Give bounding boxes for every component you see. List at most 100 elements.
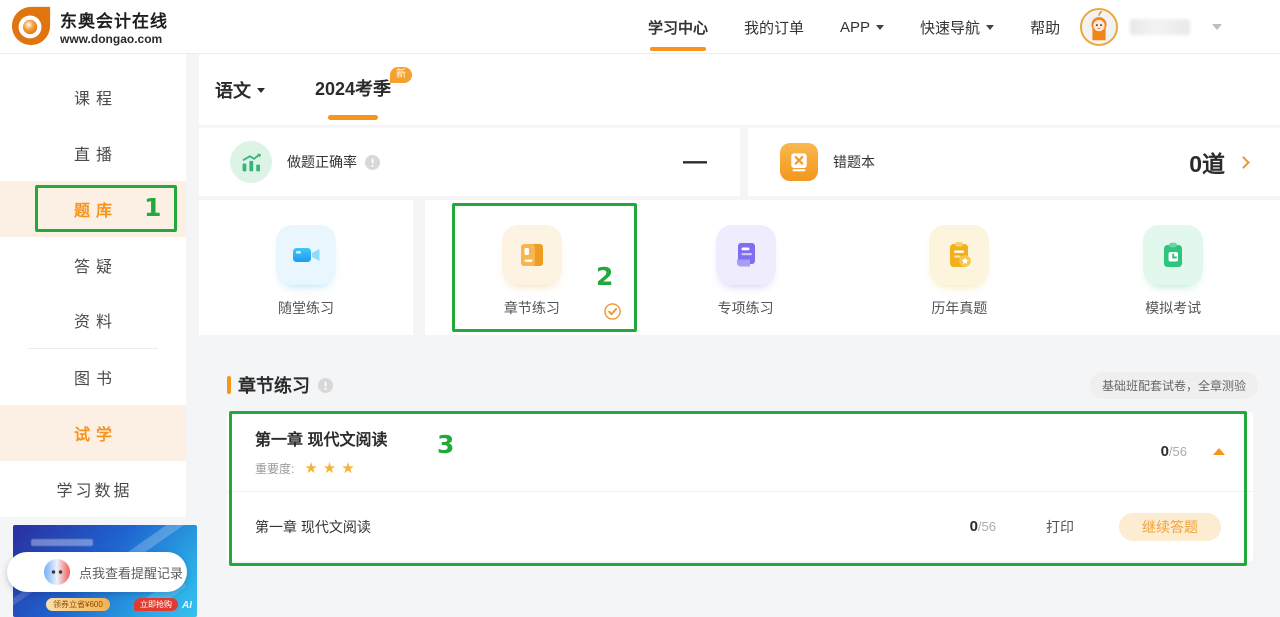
continue-answering-button[interactable]: 继续答题: [1119, 512, 1221, 541]
mascot-avatar-icon: [1082, 10, 1116, 44]
growth-chart-icon: [230, 141, 272, 183]
coupon-badge[interactable]: 领券立省¥600: [46, 598, 110, 611]
reminder-bubble-label: 点我查看提醒记录: [79, 565, 184, 581]
section-header: 章节练习 基础班配套试卷，全章测验: [199, 371, 1280, 399]
chapter-row-right: 0/56 打印 继续答题: [970, 512, 1221, 541]
sidebar-item-live[interactable]: 直播: [0, 125, 186, 181]
subject-dropdown[interactable]: 语文: [215, 77, 265, 103]
chevron-right-icon[interactable]: [1237, 155, 1250, 169]
practice-item-classroom[interactable]: 随堂练习: [199, 200, 413, 335]
sidebar-item-courses[interactable]: 课程: [0, 69, 186, 125]
accuracy-value: —: [683, 148, 707, 175]
wrong-book-count: 0道: [1189, 151, 1225, 177]
banner-watermark: AI: [182, 600, 192, 611]
dongao-logo-icon: [10, 5, 52, 52]
section-note-badge: 基础班配套试卷，全章测验: [1089, 371, 1258, 399]
star-rating-icon: ★★★: [304, 460, 360, 477]
banner-blurred-text: [31, 539, 93, 546]
sidebar-item-question-bank[interactable]: 题库: [0, 180, 186, 237]
buy-now-badge[interactable]: 立即抢购: [134, 598, 178, 611]
logo-text: 东奥会计在线 www.dongao.com: [60, 12, 168, 46]
reminder-bubble[interactable]: 点我查看提醒记录: [7, 552, 187, 592]
video-camera-icon: [276, 225, 336, 285]
wrong-book-card[interactable]: 错题本 0道: [748, 128, 1280, 196]
accuracy-label: 做题正确率: [287, 154, 357, 170]
practice-label: 专项练习: [717, 300, 774, 316]
nav-help[interactable]: 帮助: [1030, 0, 1060, 54]
nav-help-label: 帮助: [1030, 19, 1061, 37]
chevron-down-icon: [257, 88, 265, 97]
tab-bar: 语文 2024考季 新: [199, 54, 1280, 125]
nav-study-center-label: 学习中心: [648, 19, 709, 37]
nav-quick-nav-label: 快速导航: [920, 19, 981, 37]
nav-app[interactable]: APP: [840, 0, 885, 54]
avatar[interactable]: [1080, 8, 1118, 46]
section-title: 章节练习: [238, 376, 310, 396]
chapter-progress-total: /56: [1168, 444, 1187, 459]
row-progress-done: 0: [969, 518, 978, 535]
sidebar-menu: 课程 直播 题库 答疑 资料 图书 试学 学习数据: [0, 54, 186, 517]
practice-card-left: 随堂练习: [199, 200, 413, 335]
chapter-sub-row: 第一章 现代文阅读 0/56 打印 继续答题: [227, 491, 1253, 561]
active-tab-underline: [328, 115, 379, 120]
top-header: 东奥会计在线 www.dongao.com 学习中心 我的订单 APP 快速导航…: [0, 0, 1280, 54]
sidebar-item-books[interactable]: 图书: [0, 349, 186, 405]
user-box[interactable]: [1080, 8, 1222, 46]
book-icon: [501, 225, 562, 285]
practice-label: 历年真题: [931, 300, 988, 316]
print-button[interactable]: 打印: [1046, 517, 1074, 537]
nav-study-center[interactable]: 学习中心: [648, 0, 708, 54]
clipboard-clock-icon: [1143, 225, 1204, 285]
chapter-accordion-header[interactable]: 第一章 现代文阅读 重要度: ★★★ 0 /56: [227, 412, 1253, 491]
nav-my-orders[interactable]: 我的订单: [744, 0, 804, 54]
collapse-arrow-icon[interactable]: [1213, 442, 1225, 455]
chapter-title: 第一章 现代文阅读: [255, 432, 388, 449]
new-badge: 新: [390, 67, 413, 83]
practice-type-row: 随堂练习 章节练习 专项练习 历年真题 模拟考试: [199, 200, 1280, 335]
subject-dropdown-label: 语文: [215, 80, 251, 101]
sub-chapter-title: 第一章 现代文阅读: [255, 518, 371, 535]
practice-label: 模拟考试: [1145, 300, 1202, 316]
stats-row: 做题正确率 — 错题本 0道: [199, 128, 1280, 196]
logo-title: 东奥会计在线: [60, 11, 168, 31]
practice-card-right: 章节练习 专项练习 历年真题 模拟考试: [425, 200, 1280, 335]
sidebar-item-qa[interactable]: 答疑: [0, 237, 186, 293]
info-icon[interactable]: [318, 377, 333, 393]
row-progress-total: /56: [977, 519, 996, 534]
chevron-down-icon: [986, 24, 995, 34]
chapter-head-right: 0 /56: [1161, 443, 1225, 460]
wrong-book-icon: [780, 143, 818, 181]
clipboard-star-icon: [929, 225, 990, 285]
practice-item-mock-exam[interactable]: 模拟考试: [1066, 200, 1280, 335]
chevron-down-icon[interactable]: [1212, 24, 1222, 35]
check-circle-icon: [604, 303, 621, 325]
wrong-book-label: 错题本: [833, 154, 875, 170]
sidebar-item-trial[interactable]: 试学: [0, 405, 186, 462]
logo[interactable]: 东奥会计在线 www.dongao.com: [10, 5, 168, 52]
importance-row: 重要度: ★★★: [255, 459, 387, 477]
nav-app-label: APP: [840, 18, 871, 36]
row-progress: 0/56: [970, 518, 996, 535]
top-nav: 学习中心 我的订单 APP 快速导航 帮助: [648, 0, 1060, 54]
chevron-down-icon: [876, 24, 885, 34]
document-icon: [715, 225, 776, 285]
sidebar: 课程 直播 题库 答疑 资料 图书 试学 学习数据 AI 点我查看提醒记录 领券…: [0, 54, 199, 617]
practice-item-special[interactable]: 专项练习: [639, 200, 853, 335]
section-title-bar: [227, 376, 231, 394]
logo-url: www.dongao.com: [60, 31, 163, 46]
sidebar-item-materials[interactable]: 资料: [0, 293, 186, 349]
chapter-head-left: 第一章 现代文阅读 重要度: ★★★: [255, 426, 387, 477]
info-icon[interactable]: [365, 154, 380, 170]
app-root: 东奥会计在线 www.dongao.com 学习中心 我的订单 APP 快速导航…: [0, 0, 1280, 617]
sidebar-item-study-data[interactable]: 学习数据: [0, 461, 186, 517]
chapter-progress-done: 0: [1160, 443, 1169, 460]
practice-label: 随堂练习: [278, 300, 334, 316]
practice-label: 章节练习: [503, 300, 560, 316]
nav-my-orders-label: 我的订单: [744, 19, 805, 37]
mascot-bubble-icon: [43, 558, 71, 586]
practice-item-past-exams[interactable]: 历年真题: [853, 200, 1067, 335]
nav-quick-nav[interactable]: 快速导航: [920, 0, 995, 54]
accuracy-card: 做题正确率 —: [199, 128, 740, 196]
tab-season-2024[interactable]: 2024考季 新: [315, 54, 413, 125]
chapter-card: 第一章 现代文阅读 重要度: ★★★ 0 /56 第一章 现代文阅读 0/56 …: [227, 412, 1253, 561]
